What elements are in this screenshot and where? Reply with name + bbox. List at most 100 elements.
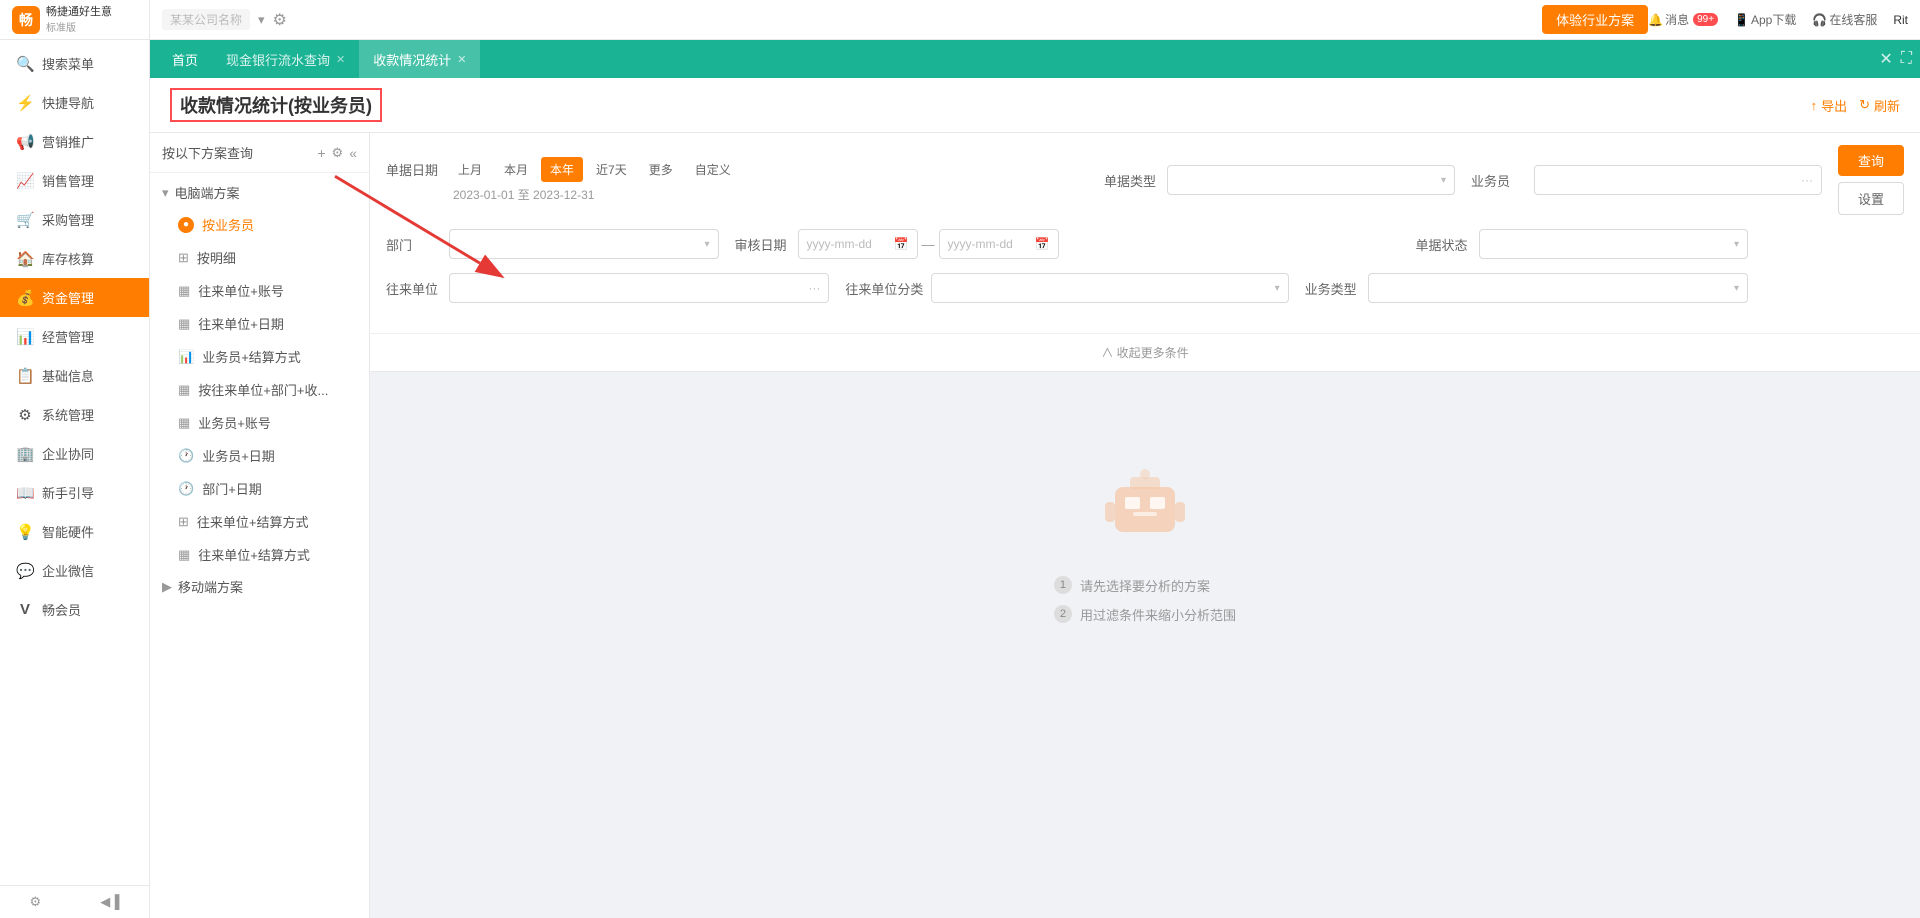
sidebar-item-wechat[interactable]: 💬 企业微信 — [0, 551, 149, 590]
category-select[interactable]: ▾ — [1167, 165, 1455, 195]
tab-bar: 首页 现金银行流水查询 ✕ 收款情况统计 ✕ ✕ ⛶ — [150, 40, 1920, 78]
calendar-icon-from: 📅 — [894, 237, 909, 251]
scheme-item-partner-dept[interactable]: ▦ 按往来单位+部门+收... — [150, 373, 369, 406]
sidebar-item-guide[interactable]: 📖 新手引导 — [0, 473, 149, 512]
scheme-item-partner-account[interactable]: ▦ 往来单位+账号 — [150, 274, 369, 307]
empty-tip-2: 2 用过滤条件来缩小分析范围 — [1054, 605, 1236, 624]
partner-account-label: 往来单位+账号 — [198, 281, 284, 300]
salesperson-select[interactable]: ··· — [1534, 165, 1822, 195]
tab-collection-stats-close[interactable]: ✕ — [457, 53, 466, 66]
sidebar-label-wechat: 企业微信 — [42, 561, 94, 580]
sidebar-item-basic[interactable]: 📋 基础信息 — [0, 356, 149, 395]
partner-select[interactable]: ··· — [449, 273, 829, 303]
export-button[interactable]: ↑ 导出 — [1811, 96, 1848, 115]
sidebar-item-finance[interactable]: 💰 资金管理 — [0, 278, 149, 317]
dept-arrow: ▾ — [704, 239, 709, 250]
close-window-btn[interactable]: ✕ — [1879, 49, 1892, 69]
date-label: 单据日期 — [386, 160, 441, 179]
sidebar-label-hardware: 智能硬件 — [42, 522, 94, 541]
scheme-settings-btn[interactable]: ⚙ — [332, 145, 344, 161]
sidebar-item-purchase[interactable]: 🛒 采购管理 — [0, 200, 149, 239]
inventory-icon: 🏠 — [16, 250, 34, 268]
sidebar-item-hardware[interactable]: 💡 智能硬件 — [0, 512, 149, 551]
desktop-group-header[interactable]: ▾ 电脑端方案 — [150, 177, 369, 208]
partner-category-filter: 往来单位分类 ▾ — [845, 273, 1288, 303]
scheme-item-dept-date[interactable]: 🕐 部门+日期 — [150, 472, 369, 505]
scheme-item-partner-date[interactable]: ▦ 往来单位+日期 — [150, 307, 369, 340]
company-name: 某某公司名称 — [162, 9, 250, 30]
date-tab-last-month[interactable]: 上月 — [449, 157, 491, 182]
settings-icon[interactable]: ⚙ — [273, 10, 287, 30]
date-tab-this-year[interactable]: 本年 — [541, 157, 583, 182]
sidebar-label-operations: 经营管理 — [42, 327, 94, 346]
filter-row-3: 往来单位 ··· 往来单位分类 — [386, 273, 1904, 303]
sidebar-collapse-icon[interactable]: ◀▐ — [100, 894, 119, 910]
biz-type-select[interactable]: ▾ — [1368, 273, 1748, 303]
date-tab-custom[interactable]: 自定义 — [686, 157, 740, 182]
refresh-button[interactable]: ↻ 刷新 — [1859, 96, 1900, 115]
scheme-item-by-detail[interactable]: ⊞ 按明细 — [150, 241, 369, 274]
tip-text-1: 请先选择要分析的方案 — [1080, 576, 1210, 595]
desktop-group-label: 电脑端方案 — [175, 183, 240, 202]
collapse-filter-btn[interactable]: ∧ 收起更多条件 — [370, 333, 1920, 371]
sidebar-item-search[interactable]: 🔍 搜索菜单 — [0, 44, 149, 83]
collapse-panel-btn[interactable]: « — [349, 145, 357, 161]
scheme-item-salesperson-account[interactable]: ▦ 业务员+账号 — [150, 406, 369, 439]
tab-bank-flow-close[interactable]: ✕ — [336, 53, 345, 66]
add-scheme-btn[interactable]: + — [317, 145, 325, 161]
scheme-item-salesperson-payment[interactable]: 📊 业务员+结算方式 — [150, 340, 369, 373]
sidebar-item-sales[interactable]: 📈 销售管理 — [0, 161, 149, 200]
doc-status-select[interactable]: ▾ — [1479, 229, 1749, 259]
online-service-btn[interactable]: 🎧 在线客服 — [1812, 11, 1877, 28]
sidebar-item-marketing[interactable]: 📢 营销推广 — [0, 122, 149, 161]
tab-home[interactable]: 首页 — [158, 40, 212, 78]
date-tab-7days[interactable]: 近7天 — [587, 157, 636, 182]
sidebar-label-shortcuts: 快捷导航 — [42, 93, 94, 112]
mobile-group-header[interactable]: ▶ 移动端方案 — [150, 571, 369, 602]
export-icon: ↑ — [1811, 98, 1818, 113]
review-date-to-input[interactable]: yyyy-mm-dd 📅 — [939, 229, 1059, 259]
review-date-from-input[interactable]: yyyy-mm-dd 📅 — [798, 229, 918, 259]
date-tab-this-month[interactable]: 本月 — [495, 157, 537, 182]
trial-button[interactable]: 体验行业方案 — [1542, 5, 1648, 34]
sidebar-settings-icon[interactable]: ⚙ — [30, 894, 42, 910]
salesperson-more-dots: ··· — [1801, 173, 1813, 187]
sidebar-item-inventory[interactable]: 🏠 库存核算 — [0, 239, 149, 278]
partner-date-icon: ▦ — [178, 316, 190, 332]
content-layout: 按以下方案查询 + ⚙ « ▾ 电脑端方案 ● 按业务员 — [150, 133, 1920, 918]
app-download-btn[interactable]: 📱 App下载 — [1734, 11, 1796, 28]
scheme-item-salesperson-date[interactable]: 🕐 业务员+日期 — [150, 439, 369, 472]
date-filter: 单据日期 上月 本月 本年 近7天 更多 自定义 — [386, 157, 1088, 203]
category-arrow: ▾ — [1441, 175, 1446, 186]
dropdown-icon[interactable]: ▾ — [258, 12, 265, 28]
partner-category-select[interactable]: ▾ — [931, 273, 1288, 303]
scheme-item-by-salesperson[interactable]: ● 按业务员 — [150, 208, 369, 241]
guide-icon: 📖 — [16, 484, 34, 502]
query-button[interactable]: 查询 — [1838, 145, 1904, 176]
tab-collection-stats[interactable]: 收款情况统计 ✕ — [359, 40, 480, 78]
category-label: 单据类型 — [1104, 171, 1159, 190]
dept-select[interactable]: ▾ — [449, 229, 719, 259]
sidebar-item-system[interactable]: ⚙ 系统管理 — [0, 395, 149, 434]
basic-icon: 📋 — [16, 367, 34, 385]
scheme-item-partner-settlement2[interactable]: ▦ 往来单位+结算方式 — [150, 538, 369, 571]
partner-settlement2-label: 往来单位+结算方式 — [198, 545, 310, 564]
user-name[interactable]: Rit — [1893, 13, 1908, 27]
sidebar-item-member[interactable]: V 畅会员 — [0, 590, 149, 629]
finance-icon: 💰 — [16, 289, 34, 307]
wechat-icon: 💬 — [16, 562, 34, 580]
desktop-group-arrow: ▾ — [162, 185, 169, 201]
calendar-icon-to: 📅 — [1035, 237, 1050, 251]
filter-settings-button[interactable]: 设置 — [1838, 182, 1904, 215]
scheme-item-partner-settlement1[interactable]: ⊞ 往来单位+结算方式 — [150, 505, 369, 538]
messages-btn[interactable]: 🔔 消息 99+ — [1648, 11, 1718, 28]
maximize-window-btn[interactable]: ⛶ — [1901, 50, 1912, 68]
tab-bank-flow[interactable]: 现金银行流水查询 ✕ — [212, 40, 359, 78]
sidebar-item-collab[interactable]: 🏢 企业协同 — [0, 434, 149, 473]
sidebar-item-shortcuts[interactable]: ⚡ 快捷导航 — [0, 83, 149, 122]
detail-scheme-icon: ⊞ — [178, 250, 189, 266]
sidebar-item-operations[interactable]: 📊 经营管理 — [0, 317, 149, 356]
date-tab-more[interactable]: 更多 — [640, 157, 682, 182]
collab-icon: 🏢 — [16, 445, 34, 463]
page-title: 收款情况统计(按业务员) — [170, 88, 382, 122]
